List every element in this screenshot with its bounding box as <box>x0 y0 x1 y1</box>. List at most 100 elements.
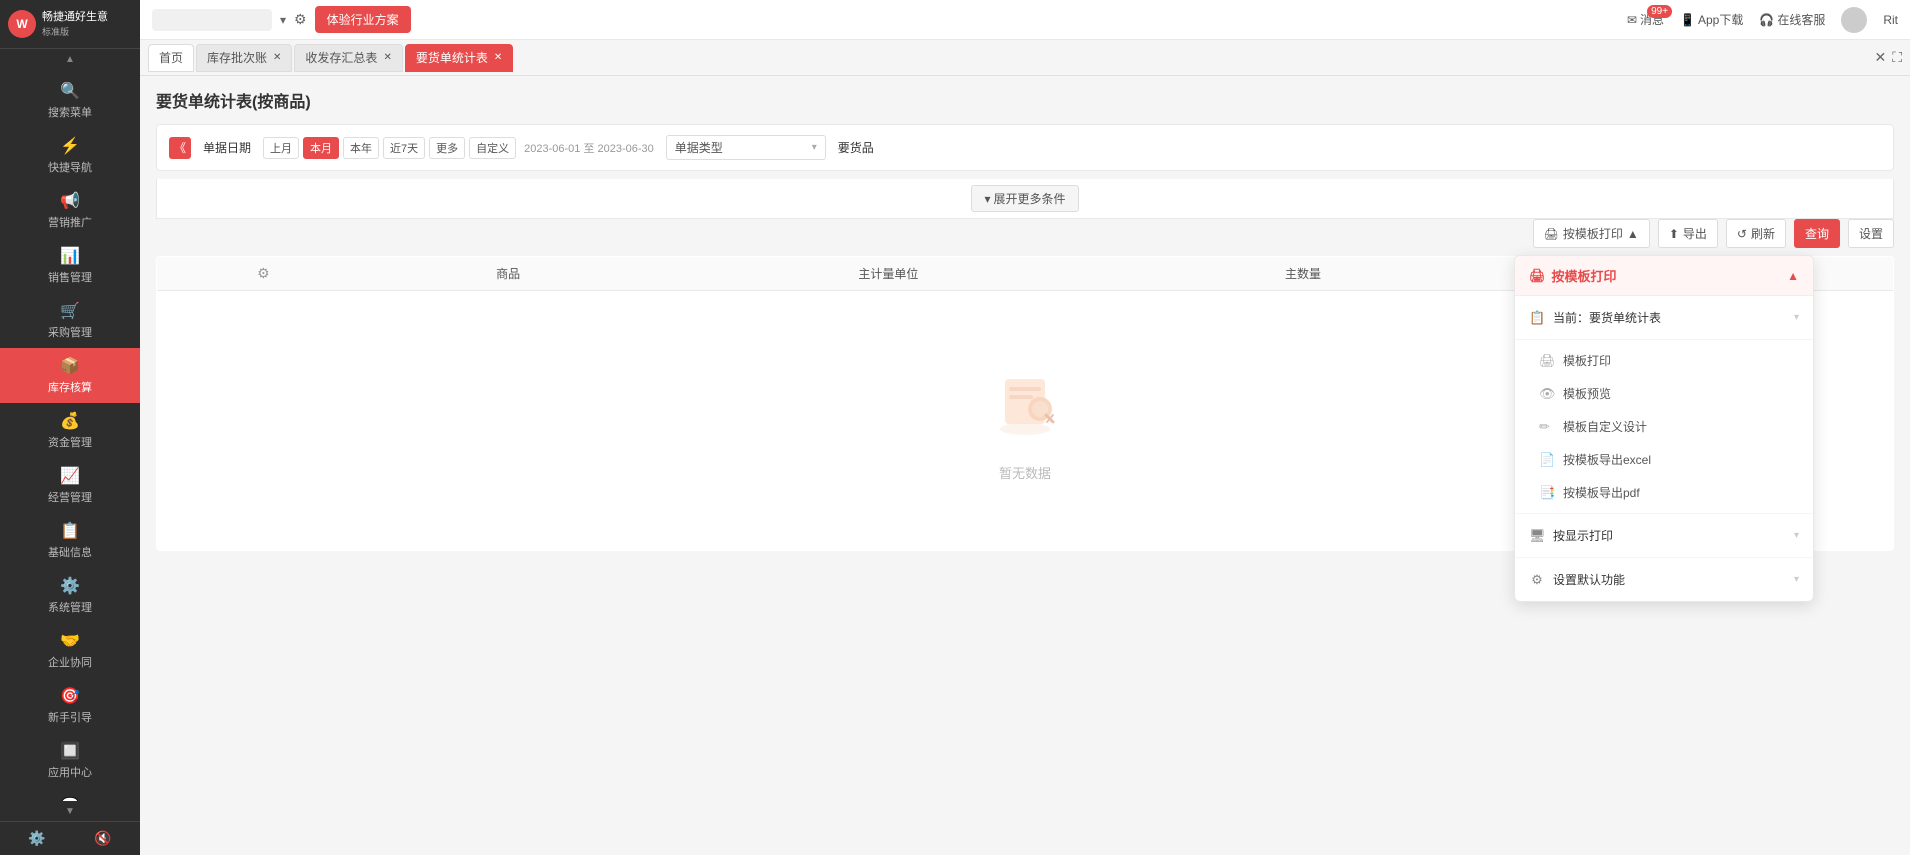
mute-bottom-icon[interactable]: 🔇 <box>94 830 111 847</box>
refresh-icon: ↺ <box>1737 227 1747 241</box>
filter-expand-btn[interactable]: 《 <box>169 137 191 159</box>
expand-icon: 《 <box>174 139 186 156</box>
sidebar-item-collab[interactable]: 🤝 企业协同 <box>0 623 140 678</box>
sales-icon: 📊 <box>60 246 80 266</box>
date-last7days-btn[interactable]: 近7天 <box>383 137 425 159</box>
export-icon: ⬆ <box>1669 227 1679 241</box>
sidebar-item-purchase[interactable]: 🛒 采购管理 <box>0 293 140 348</box>
export-excel-label: 按模板导出excel <box>1563 451 1651 468</box>
settings-bottom-icon[interactable]: ⚙️ <box>28 830 45 847</box>
printer-icon: 🖨 <box>1544 227 1559 241</box>
dropdown-template-print[interactable]: 🖨 模板打印 <box>1515 344 1813 377</box>
dropdown-template-preview[interactable]: 👁 模板预览 <box>1515 377 1813 410</box>
sidebar-item-guide[interactable]: 🎯 新手引导 <box>0 678 140 733</box>
page-title: 要货单统计表(按商品) <box>156 88 1894 112</box>
date-more-btn[interactable]: 更多 <box>429 137 465 159</box>
logo-icon: W <box>8 10 36 38</box>
refresh-btn[interactable]: ↺ 刷新 <box>1726 219 1786 248</box>
user-name: Rit <box>1883 13 1898 27</box>
settings-btn[interactable]: 设置 <box>1848 219 1894 248</box>
tab-home[interactable]: 首页 <box>148 44 194 72</box>
sidebar-scroll-down[interactable]: ▼ <box>0 801 140 821</box>
print-template-btn[interactable]: 🖨 按模板打印 ▲ <box>1533 219 1650 248</box>
export-btn[interactable]: ⬆ 导出 <box>1658 219 1718 248</box>
online-service-item[interactable]: 🎧 在线客服 <box>1759 11 1825 28</box>
template-custom-label: 模板自定义设计 <box>1563 418 1647 435</box>
sidebar-item-finance[interactable]: 💰 资金管理 <box>0 403 140 458</box>
sidebar-item-quick-nav[interactable]: ⚡ 快捷导航 <box>0 128 140 183</box>
message-badge: 99+ <box>1647 5 1672 18</box>
message-item[interactable]: ✉ 消息 99+ <box>1627 11 1664 28</box>
message-icon: ✉ <box>1627 13 1637 27</box>
query-btn[interactable]: 查询 <box>1794 219 1840 248</box>
sidebar-nav: 🔍 搜索菜单 ⚡ 快捷导航 📢 营销推广 📊 销售管理 🛒 采购管理 📦 库存核… <box>0 69 140 801</box>
sidebar-scroll-up[interactable]: ▲ <box>0 49 140 69</box>
dropdown-close-icon[interactable]: ▲ <box>1787 269 1799 283</box>
expand-more-btn[interactable]: ▾ 展开更多条件 <box>971 185 1078 212</box>
search-nav-icon: 🔍 <box>60 81 80 101</box>
date-prev-month-btn[interactable]: 上月 <box>263 137 299 159</box>
dropdown-default-setting[interactable]: ⚙ 设置默认功能 ▾ <box>1515 562 1813 597</box>
export-pdf-icon: 📑 <box>1539 485 1555 501</box>
dropdown-export-pdf[interactable]: 📑 按模板导出pdf <box>1515 476 1813 509</box>
order-type-select[interactable]: 单据类型 ▾ <box>666 135 826 160</box>
display-print-arrow-icon: ▾ <box>1794 530 1799 541</box>
sidebar-item-search[interactable]: 🔍 搜索菜单 <box>0 73 140 128</box>
sidebar-item-basic[interactable]: 📋 基础信息 <box>0 513 140 568</box>
close-order-stats-icon[interactable]: ✕ <box>494 52 502 63</box>
sidebar-item-apps[interactable]: 🔲 应用中心 <box>0 733 140 788</box>
dropdown-header-left: 🖨 按模板打印 <box>1529 266 1617 285</box>
dropdown-display-print[interactable]: 🖥 按显示打印 ▾ <box>1515 518 1813 553</box>
topbar-dropdown[interactable]: ▾ <box>280 13 286 27</box>
trial-btn[interactable]: 体验行业方案 <box>315 6 411 33</box>
sidebar-item-system[interactable]: ⚙️ 系统管理 <box>0 568 140 623</box>
topbar-right: ✉ 消息 99+ 📱 App下载 🎧 在线客服 Rit <box>1627 7 1898 33</box>
dropdown-template-custom[interactable]: ✏ 模板自定义设计 <box>1515 410 1813 443</box>
sidebar-item-label-sales: 销售管理 <box>48 269 92 285</box>
inventory-icon: 📦 <box>60 356 80 376</box>
date-current-month-btn[interactable]: 本月 <box>303 137 339 159</box>
apps-icon: 🔲 <box>60 741 80 761</box>
order-stats-label: 要货单统计表 <box>416 49 488 66</box>
topbar: ▾ ⚙ 体验行业方案 ✉ 消息 99+ 📱 App下载 🎧 在线客服 Rit <box>140 0 1910 40</box>
template-preview-label: 模板预览 <box>1563 385 1611 402</box>
table-settings-icon[interactable]: ⚙ <box>257 265 270 281</box>
expand-more-label: 展开更多条件 <box>994 190 1066 207</box>
tab-order-stats[interactable]: 要货单统计表 ✕ <box>405 44 513 72</box>
sidebar-item-wechat[interactable]: 💬 企业微信 <box>0 788 140 801</box>
online-service-label: 在线客服 <box>1777 11 1825 28</box>
close-inventory-batch-icon[interactable]: ✕ <box>273 52 281 63</box>
dropdown-header: 🖨 按模板打印 ▲ <box>1515 256 1813 296</box>
tab-receipt-summary[interactable]: 收发存汇总表 ✕ <box>294 44 402 72</box>
dropdown-arrow-icon: ▾ <box>280 13 286 27</box>
export-pdf-label: 按模板导出pdf <box>1563 484 1640 501</box>
search-input[interactable] <box>152 9 272 31</box>
sidebar-item-sales[interactable]: 📊 销售管理 <box>0 238 140 293</box>
date-current-year-btn[interactable]: 本年 <box>343 137 379 159</box>
display-print-label: 按显示打印 <box>1553 527 1786 544</box>
sidebar-item-operation[interactable]: 📈 经营管理 <box>0 458 140 513</box>
tabbar: 首页 库存批次账 ✕ 收发存汇总表 ✕ 要货单统计表 ✕ ✕ ⛶ <box>140 40 1910 76</box>
date-filter-label: 单据日期 <box>203 139 251 156</box>
topbar-gear-icon[interactable]: ⚙ <box>294 11 307 28</box>
dropdown-current-item[interactable]: 📋 当前：要货单统计表 ▾ <box>1515 300 1813 335</box>
table-header-settings[interactable]: ⚙ <box>157 257 370 291</box>
tab-inventory-batch[interactable]: 库存批次账 ✕ <box>196 44 292 72</box>
window-maximize-icon[interactable]: ⛶ <box>1892 49 1902 66</box>
window-close-icon[interactable]: ✕ <box>1874 49 1886 66</box>
default-setting-arrow-icon: ▾ <box>1794 574 1799 585</box>
sidebar: W 畅捷通好生意 标准版 ▲ 🔍 搜索菜单 ⚡ 快捷导航 📢 营销推广 📊 销售… <box>0 0 140 855</box>
dropdown-export-excel[interactable]: 📄 按模板导出excel <box>1515 443 1813 476</box>
table-header-quantity: 主数量 <box>1130 257 1476 291</box>
sidebar-item-label-quick: 快捷导航 <box>48 159 92 175</box>
app-download-item[interactable]: 📱 App下载 <box>1680 11 1743 28</box>
sidebar-item-marketing[interactable]: 📢 营销推广 <box>0 183 140 238</box>
sidebar-item-label-purchase: 采购管理 <box>48 324 92 340</box>
sidebar-item-inventory[interactable]: 📦 库存核算 <box>0 348 140 403</box>
print-dropdown-menu: 🖨 按模板打印 ▲ 📋 当前：要货单统计表 ▾ 🖨 模板打印 <box>1514 255 1814 602</box>
date-custom-btn[interactable]: 自定义 <box>469 137 516 159</box>
refresh-label: 刷新 <box>1751 225 1775 242</box>
close-receipt-summary-icon[interactable]: ✕ <box>383 52 391 63</box>
current-template-icon: 📋 <box>1529 310 1545 326</box>
user-avatar[interactable] <box>1841 7 1867 33</box>
